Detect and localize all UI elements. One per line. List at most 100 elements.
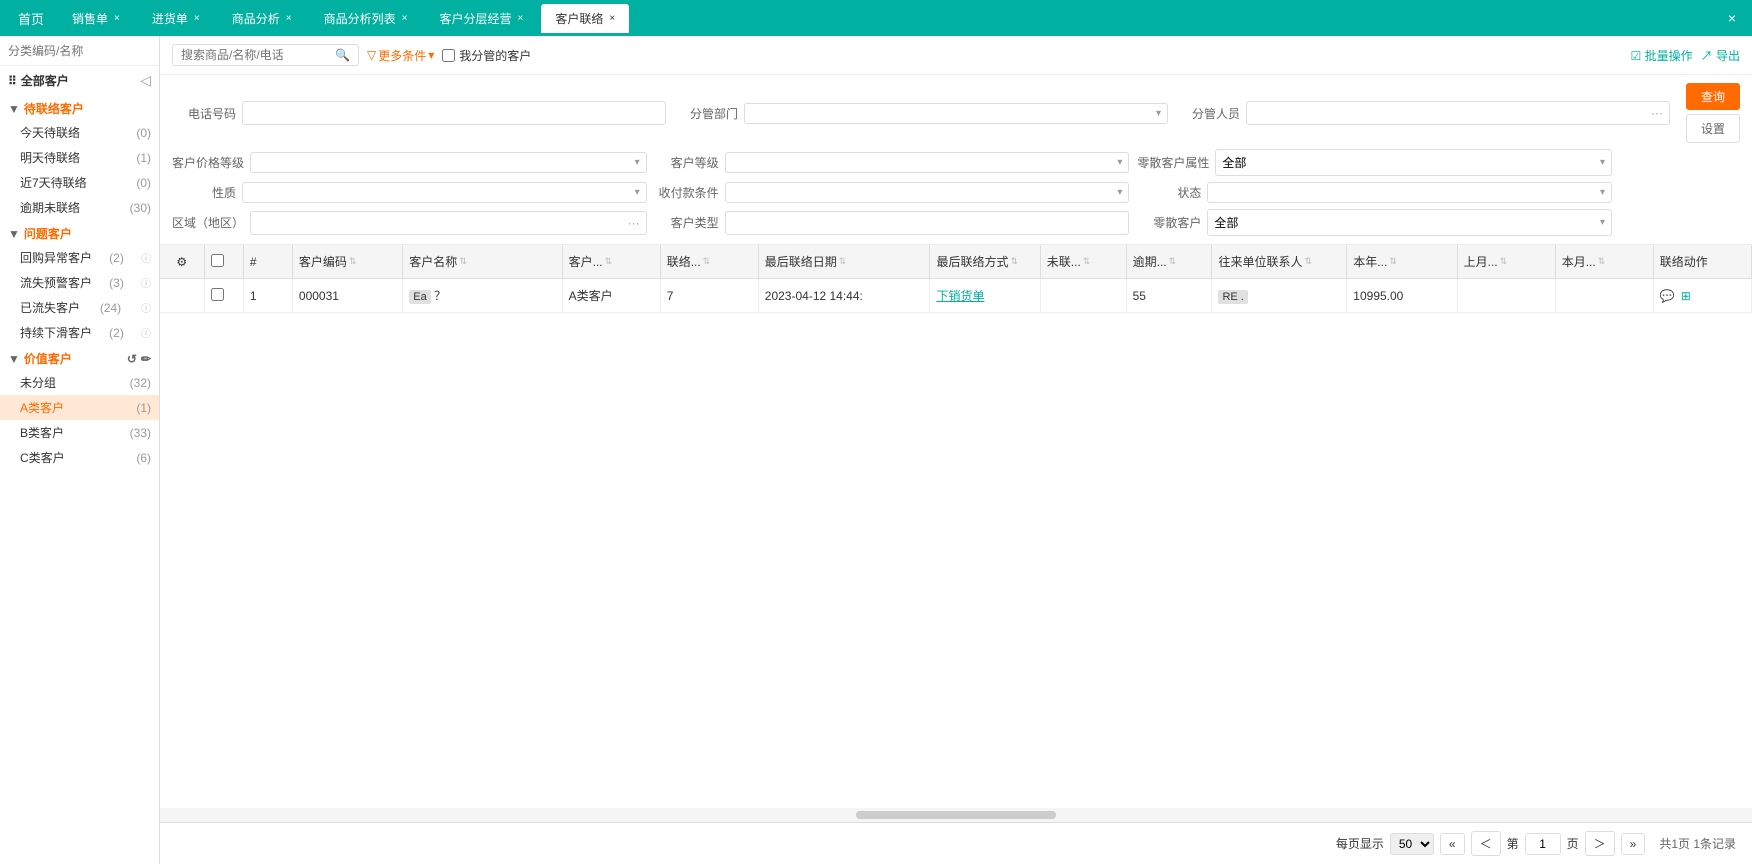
- price-grade-select[interactable]: ▾: [250, 152, 647, 173]
- sidebar-item-class-c[interactable]: C类客户 (6): [0, 445, 159, 470]
- close-customer-contact-tab[interactable]: ×: [609, 13, 615, 24]
- chevron-down-icon: ▾: [428, 48, 434, 62]
- sort-prev-unit-icon: ⇅: [1304, 256, 1312, 267]
- export-btn[interactable]: ↗ 导出: [1701, 47, 1740, 64]
- export-icon: ↗: [1701, 49, 1713, 63]
- pending-contact-group[interactable]: ▼ 待联络客户: [0, 95, 159, 120]
- th-category[interactable]: 客户... ⇅: [562, 245, 660, 279]
- chat-icon[interactable]: 💬: [1660, 289, 1675, 303]
- th-code[interactable]: 客户编码 ⇅: [292, 245, 402, 279]
- th-contact[interactable]: 联络... ⇅: [660, 245, 758, 279]
- th-this-year[interactable]: 本年... ⇅: [1347, 245, 1457, 279]
- nav-tab-customer-mgmt[interactable]: 客户分层经营 ×: [425, 4, 537, 33]
- close-analysis-tab[interactable]: ×: [286, 13, 292, 24]
- main-search-icon[interactable]: 🔍: [335, 48, 350, 62]
- prev-page-btn[interactable]: ＜: [1471, 831, 1501, 856]
- more-conditions-btn[interactable]: ▽ 更多条件 ▾: [367, 47, 434, 64]
- main-search-input[interactable]: [181, 48, 331, 62]
- sidebar-item-churn-warning[interactable]: 流失预警客户 (3) ⓘ: [0, 270, 159, 295]
- settings-button[interactable]: 设置: [1686, 114, 1740, 143]
- sidebar-item-today-contact[interactable]: 今天待联络 (0): [0, 120, 159, 145]
- dept-select[interactable]: ▾: [744, 103, 1168, 124]
- sort-contact-icon: ⇅: [703, 256, 711, 267]
- th-last-method[interactable]: 最后联络方式 ⇅: [930, 245, 1040, 279]
- manager-dots[interactable]: ···: [1651, 106, 1663, 120]
- manager-select[interactable]: ···: [1246, 101, 1670, 125]
- customer-type-input[interactable]: [725, 211, 1130, 235]
- sidebar-item-declining[interactable]: 持续下滑客户 (2) ⓘ: [0, 320, 159, 345]
- nav-tab-analysis[interactable]: 商品分析 ×: [218, 4, 306, 33]
- page-number-input[interactable]: [1525, 833, 1561, 855]
- td-check[interactable]: [204, 279, 243, 313]
- scrollbar-thumb[interactable]: [856, 811, 1056, 819]
- phone-input[interactable]: [242, 101, 666, 125]
- customer-grade-select[interactable]: ▾: [725, 152, 1130, 173]
- my-customers-checkbox-label[interactable]: 我分管的客户: [442, 47, 531, 64]
- status-chevron: ▾: [1600, 187, 1605, 198]
- close-purchase-tab[interactable]: ×: [194, 13, 200, 24]
- price-grade-chevron: ▾: [635, 157, 640, 168]
- th-this-month[interactable]: 本月... ⇅: [1555, 245, 1653, 279]
- adv-filter-row-4: 区域（地区） ··· 客户类型 零散客户 全部 ▾: [172, 209, 1740, 236]
- sidebar-item-class-a[interactable]: A类客户 (1): [0, 395, 159, 420]
- nav-tab-customer-contact[interactable]: 客户联络 ×: [541, 4, 629, 33]
- select-all-checkbox[interactable]: [211, 254, 224, 267]
- filter-price-grade: 客户价格等级 ▾: [172, 152, 647, 173]
- edit-icon[interactable]: ✏: [141, 352, 151, 366]
- sidebar-item-unclassified[interactable]: 未分组 (32): [0, 370, 159, 395]
- sidebar-collapse-btn[interactable]: ◁: [140, 72, 151, 89]
- nav-tab-purchase[interactable]: 进货单 ×: [138, 4, 214, 33]
- sidebar-item-7days-contact[interactable]: 近7天待联络 (0): [0, 170, 159, 195]
- th-no-contact[interactable]: 未联... ⇅: [1040, 245, 1126, 279]
- nav-tab-analysis-list[interactable]: 商品分析列表 ×: [310, 4, 422, 33]
- adv-filter: 电话号码 分管部门 ▾ 分管人员 ···: [160, 75, 1752, 245]
- refresh-icon[interactable]: ↺: [127, 352, 137, 366]
- close-customer-mgmt-tab[interactable]: ×: [517, 13, 523, 24]
- value-customers-group[interactable]: ▼ 价值客户 ↺ ✏: [0, 345, 159, 370]
- row-checkbox[interactable]: [211, 288, 224, 301]
- status-select[interactable]: ▾: [1207, 182, 1612, 203]
- retail-attr-select[interactable]: 全部 ▾: [1215, 149, 1612, 176]
- my-customers-checkbox[interactable]: [442, 49, 455, 62]
- region-dots[interactable]: ···: [628, 216, 640, 230]
- horizontal-scrollbar[interactable]: [160, 808, 1752, 822]
- th-gear[interactable]: ⚙: [160, 245, 204, 279]
- info-icon-0: ⓘ: [141, 250, 151, 265]
- region-select[interactable]: ···: [250, 211, 647, 235]
- query-button[interactable]: 查询: [1686, 83, 1740, 110]
- close-analysis-list-tab[interactable]: ×: [402, 13, 408, 24]
- td-last-method[interactable]: 下销货单: [930, 279, 1040, 313]
- last-method-link[interactable]: 下销货单: [936, 289, 984, 303]
- content-area: 🔍 ▽ 更多条件 ▾ 我分管的客户 ☑ 批量操作 ↗ 导出: [160, 36, 1752, 864]
- th-prev-unit[interactable]: 往来单位联系人 ⇅: [1212, 245, 1347, 279]
- sidebar-item-tomorrow-contact[interactable]: 明天待联络 (1): [0, 145, 159, 170]
- next-page-btn[interactable]: ＞: [1585, 831, 1615, 856]
- sidebar-item-class-b[interactable]: B类客户 (33): [0, 420, 159, 445]
- problem-customers-group[interactable]: ▼ 问题客户: [0, 220, 159, 245]
- nav-home[interactable]: 首页: [8, 3, 54, 34]
- first-page-btn[interactable]: «: [1440, 833, 1465, 855]
- batch-op-btn[interactable]: ☑ 批量操作: [1631, 47, 1693, 64]
- close-sales-tab[interactable]: ×: [114, 13, 120, 24]
- sidebar-item-repurchase-abnormal[interactable]: 回购异常客户 (2) ⓘ: [0, 245, 159, 270]
- filter-icon: ▽: [367, 48, 376, 62]
- th-last-date[interactable]: 最后联络日期 ⇅: [758, 245, 930, 279]
- last-page-btn[interactable]: »: [1621, 833, 1646, 855]
- per-page-select[interactable]: 50: [1390, 833, 1434, 855]
- sidebar-search-input[interactable]: [8, 44, 160, 58]
- sidebar-item-overdue-contact[interactable]: 逾期未联络 (30): [0, 195, 159, 220]
- close-all-tabs[interactable]: ×: [1720, 6, 1744, 30]
- sidebar-item-churned[interactable]: 已流失客户 (24) ⓘ: [0, 295, 159, 320]
- payment-select[interactable]: ▾: [725, 182, 1130, 203]
- payment-label: 收付款条件: [655, 184, 725, 201]
- retail-customer-select[interactable]: 全部 ▾: [1207, 209, 1612, 236]
- nav-tab-sales[interactable]: 销售单 ×: [58, 4, 134, 33]
- th-overdue[interactable]: 逾期... ⇅: [1126, 245, 1212, 279]
- nature-select[interactable]: ▾: [242, 182, 647, 203]
- grid-action-icon[interactable]: ⊞: [1681, 289, 1691, 303]
- manager-label: 分管人员: [1176, 105, 1246, 122]
- th-last-month[interactable]: 上月... ⇅: [1457, 245, 1555, 279]
- retail-customer-label: 零散客户: [1137, 214, 1207, 231]
- th-name[interactable]: 客户名称 ⇅: [403, 245, 562, 279]
- th-check[interactable]: [204, 245, 243, 279]
